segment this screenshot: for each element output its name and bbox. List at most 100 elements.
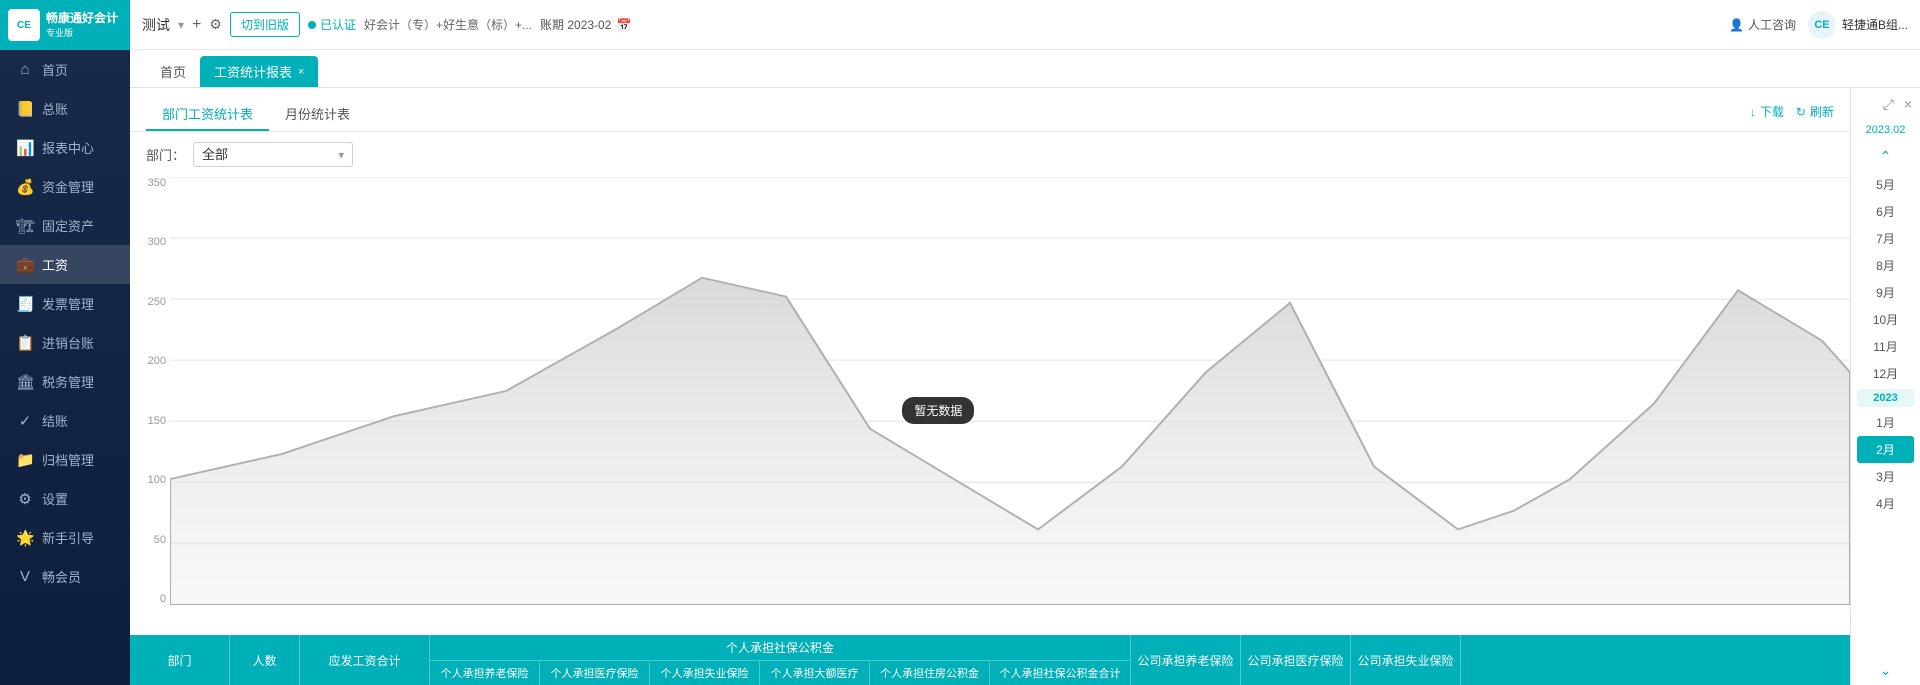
company-name: 测试 (142, 15, 170, 35)
tab-home[interactable]: 首页 (146, 56, 200, 87)
sidebar-item-funds[interactable]: 💰 资金管理 (0, 167, 130, 206)
sidebar-item-guide[interactable]: 🌟 新手引导 (0, 518, 130, 557)
sidebar-label-home: 首页 (42, 60, 68, 79)
sidebar-item-assets[interactable]: 🏗 固定资产 (0, 206, 130, 245)
download-button[interactable]: ↓ 下载 (1750, 103, 1784, 120)
sidebar-item-settings[interactable]: ⚙ 设置 (0, 479, 130, 518)
th-company-unemployment: 公司承担失业保险 (1351, 635, 1461, 685)
month-item[interactable]: 9月 (1851, 279, 1920, 306)
period-display-value: 2023.02 (1866, 124, 1906, 136)
sidebar-item-reports[interactable]: 📊 报表中心 (0, 128, 130, 167)
th-personal-medical: 个人承担医疗保险 (540, 661, 650, 685)
add-button[interactable]: + (192, 16, 201, 34)
sidebar-icon-invoice: 🧾 (16, 295, 34, 313)
tab-salary-report-label: 工资统计报表 (214, 62, 292, 81)
month-list: 5月6月7月8月9月10月11月12月 2023 1月2月3月4月 (1851, 171, 1920, 656)
service-button[interactable]: 👤 人工咨询 (1729, 16, 1796, 33)
sidebar-label-ledger: 总账 (42, 99, 68, 118)
close-panel-button[interactable]: × (1904, 96, 1912, 112)
subtab-monthly[interactable]: 月份统计表 (269, 98, 366, 131)
y-label-300: 300 (130, 236, 170, 248)
filter-row: 部门： 全部 财务部 销售部 技术部 行政部 ▾ (130, 132, 1850, 177)
app-name: 畅康通好会计 (46, 11, 118, 25)
tab-close-icon[interactable]: × (298, 66, 304, 78)
month-item[interactable]: 3月 (1851, 463, 1920, 490)
sidebar-item-sales[interactable]: 📋 进销台账 (0, 323, 130, 362)
th-personal-group-label: 个人承担社保公积金 (430, 635, 1130, 661)
month-item[interactable]: 6月 (1851, 198, 1920, 225)
month-item[interactable]: 2月 (1857, 436, 1914, 463)
product-tags: 好会计（专）+好生意（标）+... (364, 16, 532, 33)
status-badge: 已认证 (308, 16, 356, 33)
refresh-button[interactable]: ↻ 刷新 (1796, 103, 1834, 120)
sidebar-label-invoice: 发票管理 (42, 294, 94, 313)
th-total-salary: 应发工资合计 (300, 635, 430, 685)
tab-bar: 首页 工资统计报表 × (130, 50, 1920, 88)
refresh-label: 刷新 (1810, 103, 1834, 120)
current-year-badge: 2023 (1857, 389, 1914, 407)
avatar: CE (1808, 11, 1836, 39)
sidebar-item-vip[interactable]: V 畅会员 (0, 557, 130, 596)
th-personal-group-cols: 个人承担养老保险 个人承担医疗保险 个人承担失业保险 个人承担大额医疗 个人承担 (430, 661, 1130, 685)
sidebar-label-funds: 资金管理 (42, 177, 94, 196)
sidebar-item-ledger[interactable]: 📒 总账 (0, 89, 130, 128)
th-people: 人数 (230, 635, 300, 685)
th-personal-housing: 个人承担住房公积金 (870, 661, 990, 685)
switch-version-button[interactable]: 切到旧版 (230, 12, 300, 37)
main-area: 测试 ▾ + ⚙ 切到旧版 已认证 好会计（专）+好生意（标）+... 账期 2… (130, 0, 1920, 685)
sidebar-label-reports: 报表中心 (42, 138, 94, 157)
month-item[interactable]: 8月 (1851, 252, 1920, 279)
tab-salary-report[interactable]: 工资统计报表 × (200, 56, 318, 87)
company-dropdown-arrow[interactable]: ▾ (178, 18, 184, 32)
filter-dept-select-wrapper[interactable]: 全部 财务部 销售部 技术部 行政部 ▾ (193, 142, 353, 167)
month-item[interactable]: 12月 (1851, 360, 1920, 387)
sidebar-nav: ⌂ 首页 📒 总账 📊 报表中心 💰 资金管理 🏗 固定资产 💼 工资 🧾 发票… (0, 50, 130, 596)
username: 轻捷通B组... (1842, 16, 1908, 33)
sidebar-item-checkout[interactable]: ✓ 结账 (0, 401, 130, 440)
th-personal-group: 个人承担社保公积金 个人承担养老保险 个人承担医疗保险 个人承担失业保险 (430, 635, 1131, 685)
year-nav-down: ⌄ (1851, 656, 1920, 685)
sidebar-item-invoice[interactable]: 🧾 发票管理 (0, 284, 130, 323)
month-item[interactable]: 4月 (1851, 490, 1920, 517)
sidebar-icon-funds: 💰 (16, 178, 34, 196)
y-label-350: 350 (130, 177, 170, 189)
topbar: 测试 ▾ + ⚙ 切到旧版 已认证 好会计（专）+好生意（标）+... 账期 2… (130, 0, 1920, 50)
y-axis: 0 50 100 150 200 250 300 350 (130, 177, 170, 605)
sidebar-item-salary[interactable]: 💼 工资 (0, 245, 130, 284)
month-item[interactable]: 11月 (1851, 333, 1920, 360)
calendar-icon[interactable]: 📅 (617, 18, 632, 32)
sidebar: CE 畅康通好会计 专业版 ⌂ 首页 📒 总账 📊 报表中心 💰 资金管理 🏗 … (0, 0, 130, 685)
sidebar-icon-salary: 💼 (16, 256, 34, 274)
sidebar-label-settings: 设置 (42, 489, 68, 508)
sidebar-icon-checkout: ✓ (16, 412, 34, 430)
filter-dept-label: 部门： (146, 145, 185, 164)
sidebar-icon-settings: ⚙ (16, 490, 34, 508)
gear-button[interactable]: ⚙ (209, 16, 222, 33)
month-item[interactable]: 7月 (1851, 225, 1920, 252)
year-up-button[interactable]: ⌃ (1876, 146, 1896, 167)
filter-dept-select[interactable]: 全部 财务部 销售部 技术部 行政部 (202, 147, 344, 162)
sidebar-item-archive[interactable]: 📁 归档管理 (0, 440, 130, 479)
month-item[interactable]: 1月 (1851, 409, 1920, 436)
sidebar-icon-guide: 🌟 (16, 529, 34, 547)
sidebar-item-home[interactable]: ⌂ 首页 (0, 50, 130, 89)
subtab-dept[interactable]: 部门工资统计表 (146, 98, 269, 131)
sidebar-label-sales: 进销台账 (42, 333, 94, 352)
month-item[interactable]: 10月 (1851, 306, 1920, 333)
sidebar-icon-ledger: 📒 (16, 100, 34, 118)
th-personal-pension: 个人承担养老保险 (430, 661, 540, 685)
user-menu[interactable]: CE 轻捷通B组... (1808, 11, 1908, 39)
prev-year-months: 5月6月7月8月9月10月11月12月 (1851, 171, 1920, 387)
logo-text-block: 畅康通好会计 专业版 (46, 11, 118, 38)
subtab-bar: 部门工资统计表 月份统计表 ↓ 下载 ↻ 刷新 (130, 88, 1850, 132)
month-item[interactable]: 5月 (1851, 171, 1920, 198)
period-display[interactable]: 2023.02 (1851, 118, 1920, 142)
service-icon: 👤 (1729, 18, 1744, 32)
content-area: 部门工资统计表 月份统计表 ↓ 下载 ↻ 刷新 (130, 88, 1850, 685)
y-label-50: 50 (130, 534, 170, 546)
sidebar-logo: CE 畅康通好会计 专业版 (0, 0, 130, 50)
app-badge: 专业版 (46, 26, 118, 39)
year-down-button[interactable]: ⌄ (1876, 660, 1896, 681)
expand-icon[interactable]: ⤢ (1883, 96, 1894, 113)
sidebar-item-tax[interactable]: 🏛 税务管理 (0, 362, 130, 401)
